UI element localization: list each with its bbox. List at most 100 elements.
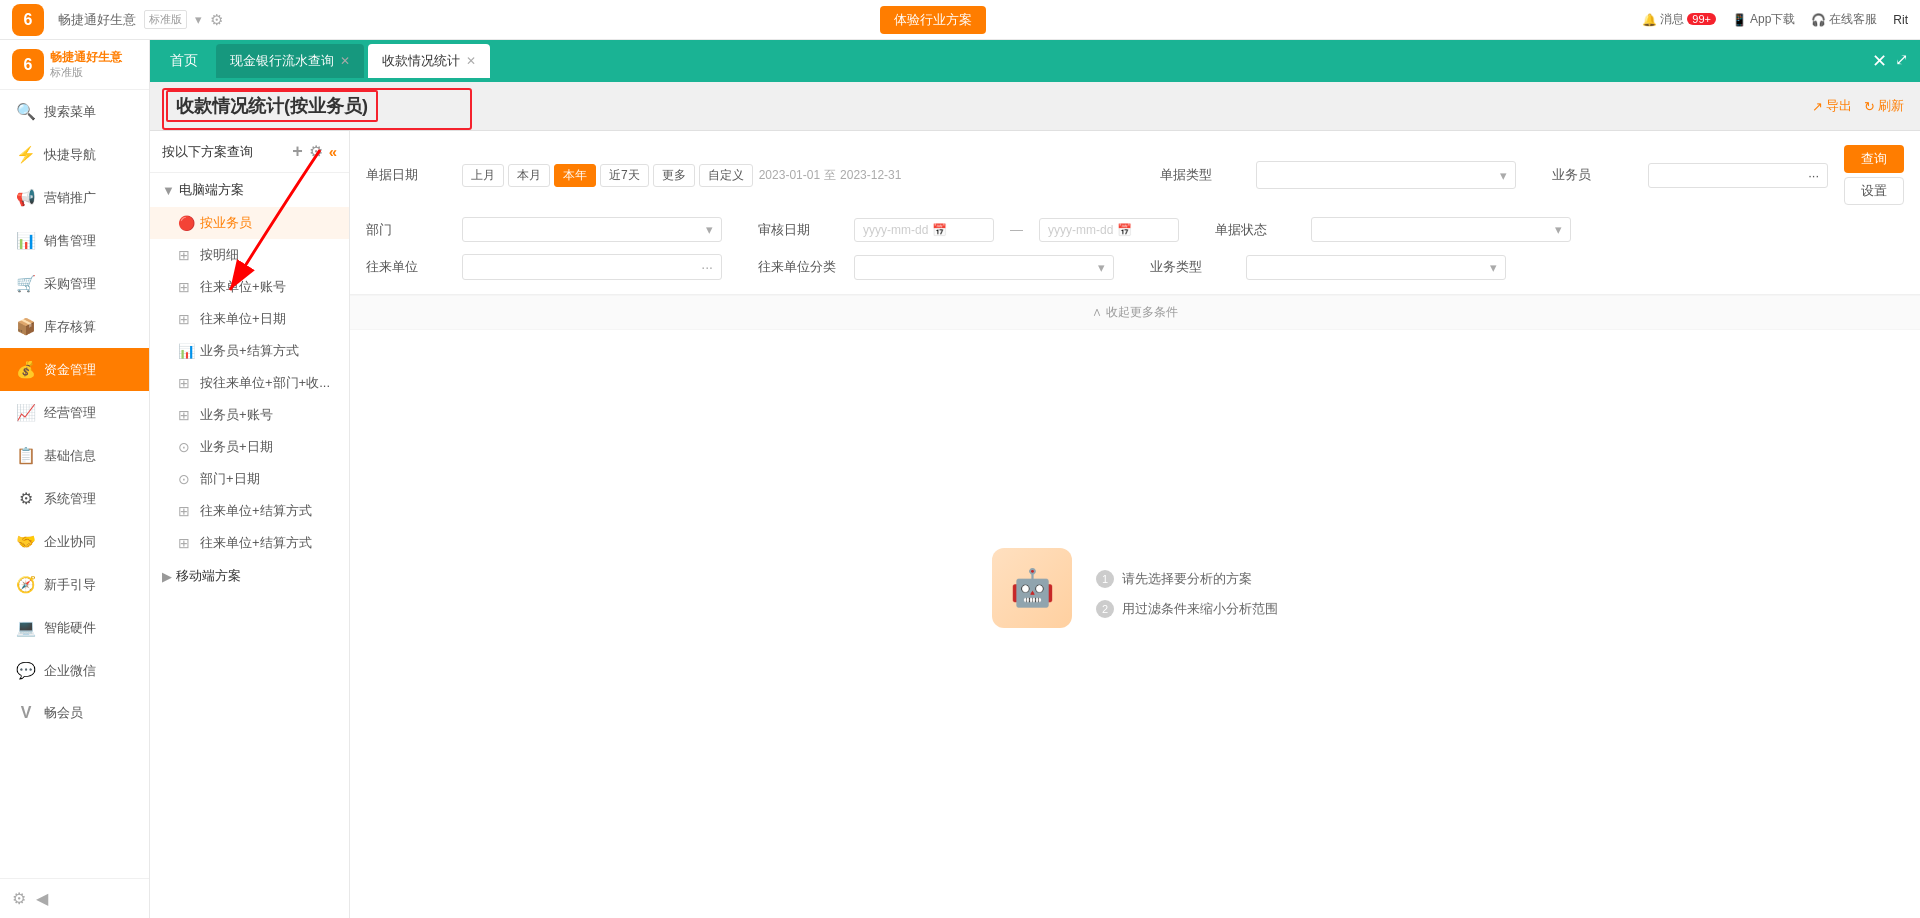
scheme-item-label: 往来单位+日期 [200,310,286,328]
settings-icon[interactable]: ⚙ [210,11,223,29]
review-date-start-value: yyyy-mm-dd [863,223,928,237]
export-button[interactable]: ↗ 导出 [1812,97,1852,115]
scheme-item-salesperson-settlement[interactable]: 📊 业务员+结算方式 [150,335,349,367]
tab-collection-stats-close[interactable]: ✕ [466,54,476,68]
date-end-value: 2023-12-31 [840,168,901,182]
clock-icon2: ⊙ [178,471,194,487]
scheme-item-dept-date[interactable]: ⊙ 部门+日期 [150,463,349,495]
dots-icon[interactable]: ··· [1808,168,1819,183]
dropdown-chevron5-icon: ▾ [1490,260,1497,275]
sidebar-item-inventory[interactable]: 📦 库存核算 [0,305,149,348]
left-panel-actions: + ⚙ « [292,141,337,162]
sidebar-item-basic[interactable]: 📋 基础信息 [0,434,149,477]
sidebar-label-inventory: 库存核算 [44,318,96,336]
scheme-group-mobile-header[interactable]: ▶ 移动端方案 [150,559,349,593]
sidebar-label-enterprise: 企业协同 [44,533,96,551]
sidebar-label-member: 畅会员 [44,704,83,722]
scheme-item-partner-settlement1[interactable]: ⊞ 往来单位+结算方式 [150,495,349,527]
compass-icon: 🧭 [16,575,36,594]
collapse-panel-icon[interactable]: « [329,143,337,160]
scheme-item-salesperson-account[interactable]: ⊞ 业务员+账号 [150,399,349,431]
sidebar-item-finance[interactable]: 💰 资金管理 [0,348,149,391]
tab-bank-flow-close[interactable]: ✕ [340,54,350,68]
settings-bottom-icon[interactable]: ⚙ [12,889,26,908]
date-separator: — [1010,222,1023,237]
date-btn-this-year[interactable]: 本年 [554,164,596,187]
scheme-item-by-detail[interactable]: ⊞ 按明细 [150,239,349,271]
body-area: 按以下方案查询 + ⚙ « ▼ 电脑端方案 🔴 按业务员 [150,131,1920,918]
scheme-group-desktop-header[interactable]: ▼ 电脑端方案 [150,173,349,207]
sidebar-label-operation: 经营管理 [44,404,96,422]
sidebar-item-operation[interactable]: 📈 经营管理 [0,391,149,434]
salesperson-select[interactable]: ··· [1648,163,1828,188]
biz-type-select[interactable]: ▾ [1246,255,1506,280]
close-all-icon[interactable]: ✕ [1872,50,1887,72]
group-expand-icon: ▼ [162,183,175,198]
sidebar: 6 畅捷通好生意 标准版 🔍 搜索菜单 ⚡ 快捷导航 📢 营销推广 📊 销售管理… [0,40,150,918]
scheme-item-salesperson-date[interactable]: ⊙ 业务员+日期 [150,431,349,463]
scheme-item-partner-date[interactable]: ⊞ 往来单位+日期 [150,303,349,335]
sidebar-item-hardware[interactable]: 💻 智能硬件 [0,606,149,649]
try-industry-button[interactable]: 体验行业方案 [880,6,986,34]
step-num-1: 1 [1096,570,1114,588]
sidebar-item-sales[interactable]: 📊 销售管理 [0,219,149,262]
cart-icon: 🛒 [16,274,36,293]
date-btn-7days[interactable]: 近7天 [600,164,649,187]
doc-type-select[interactable]: ▾ [1256,161,1516,189]
sidebar-item-member[interactable]: V 畅会员 [0,692,149,734]
collapse-icon[interactable]: ◀ [36,889,48,908]
sidebar-item-search[interactable]: 🔍 搜索菜单 [0,90,149,133]
date-btn-custom[interactable]: 自定义 [699,164,753,187]
group-label-mobile: 移动端方案 [176,567,241,585]
scheme-item-label: 部门+日期 [200,470,260,488]
grid-icon6: ⊞ [178,503,194,519]
sidebar-item-guide[interactable]: 🧭 新手引导 [0,563,149,606]
review-date-start[interactable]: yyyy-mm-dd 📅 [854,218,994,242]
date-btn-this-month[interactable]: 本月 [508,164,550,187]
app-download[interactable]: 📱 App下载 [1732,11,1795,28]
partner-category-select[interactable]: ▾ [854,255,1114,280]
refresh-button[interactable]: ↻ 刷新 [1864,97,1904,115]
sidebar-item-marketing[interactable]: 📢 营销推广 [0,176,149,219]
scheme-item-partner-dept-coll[interactable]: ⊞ 按往来单位+部门+收... [150,367,349,399]
salesperson-label: 业务员 [1552,166,1632,184]
date-btn-last-month[interactable]: 上月 [462,164,504,187]
tab-bank-flow-label: 现金银行流水查询 [230,52,334,70]
scheme-item-by-salesperson[interactable]: 🔴 按业务员 [150,207,349,239]
trend-icon: 📈 [16,403,36,422]
filter-row-3: 往来单位 ··· 往来单位分类 ▾ 业务类型 ▾ [366,254,1904,280]
settings-button[interactable]: 设置 [1844,177,1904,205]
dropdown-icon[interactable]: ▾ [195,12,202,27]
dropdown-chevron3-icon: ▾ [1555,222,1562,237]
scheme-item-partner-account[interactable]: ⊞ 往来单位+账号 [150,271,349,303]
tab-collection-stats[interactable]: 收款情况统计 ✕ [368,44,490,78]
collapse-bar[interactable]: ∧ 收起更多条件 [350,295,1920,330]
add-scheme-icon[interactable]: + [292,141,303,162]
partner-dots-icon[interactable]: ··· [701,259,713,275]
tab-home[interactable]: 首页 [154,40,214,82]
query-button[interactable]: 查询 [1844,145,1904,173]
dept-select[interactable]: ▾ [462,217,722,242]
scheme-settings-icon[interactable]: ⚙ [309,142,323,161]
date-btn-more[interactable]: 更多 [653,164,695,187]
sidebar-item-enterprise[interactable]: 🤝 企业协同 [0,520,149,563]
sidebar-item-system[interactable]: ⚙ 系统管理 [0,477,149,520]
messages-area[interactable]: 🔔 消息 99+ [1642,11,1716,28]
review-date-end[interactable]: yyyy-mm-dd 📅 [1039,218,1179,242]
scheme-item-label: 按业务员 [200,214,252,232]
user-name[interactable]: Rit [1893,13,1908,27]
breadcrumb-text: 畅捷通好生意 [58,11,136,29]
circle-red-icon: 🔴 [178,215,194,231]
scheme-item-partner-settlement2[interactable]: ⊞ 往来单位+结算方式 [150,527,349,559]
vip-icon: V [16,704,36,722]
sidebar-item-purchase[interactable]: 🛒 采购管理 [0,262,149,305]
tab-bank-flow[interactable]: 现金银行流水查询 ✕ [216,44,364,78]
sidebar-item-quick-nav[interactable]: ⚡ 快捷导航 [0,133,149,176]
doc-status-select[interactable]: ▾ [1311,217,1571,242]
money-icon: 💰 [16,360,36,379]
partner-select[interactable]: ··· [462,254,722,280]
sidebar-item-wechat[interactable]: 💬 企业微信 [0,649,149,692]
maximize-icon[interactable]: ⤢ [1895,50,1908,72]
step-2-text: 用过滤条件来缩小分析范围 [1122,600,1278,618]
online-service[interactable]: 🎧 在线客服 [1811,11,1877,28]
